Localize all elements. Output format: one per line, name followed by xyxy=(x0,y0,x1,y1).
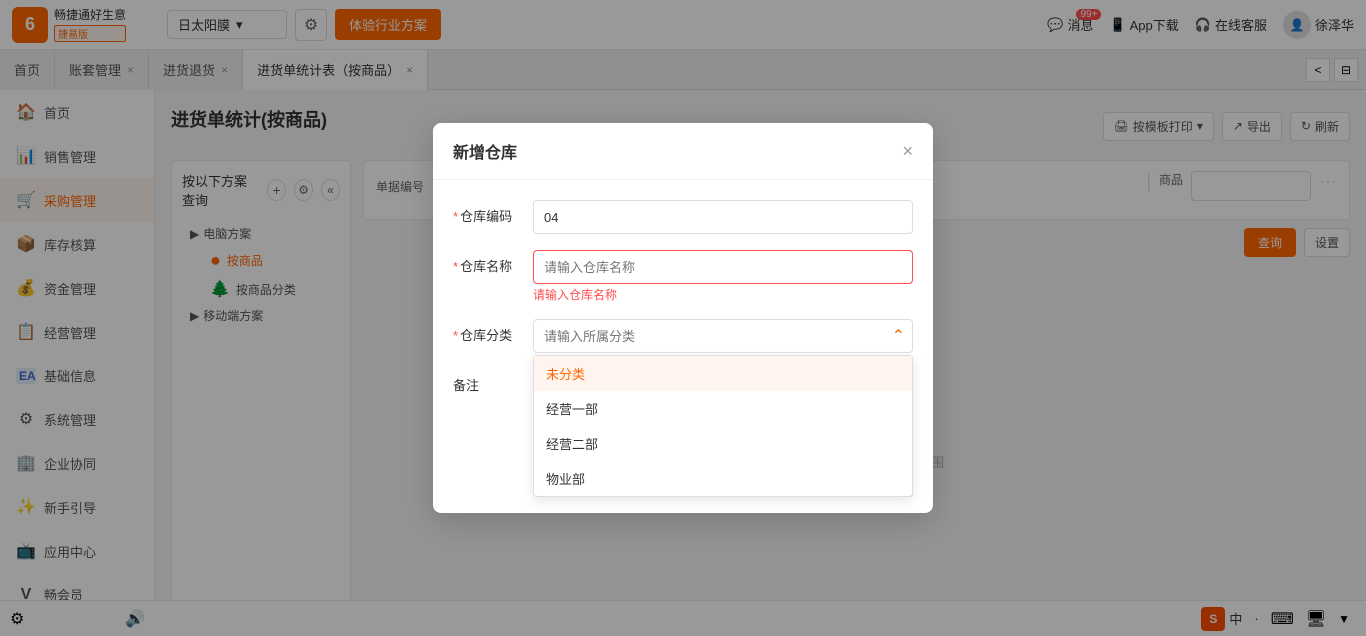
dropdown-item-uncategorized[interactable]: 未分类 xyxy=(534,356,912,391)
dropdown-item-ops3[interactable]: 物业部 xyxy=(534,461,912,496)
warehouse-category-label: 仓库分类 xyxy=(453,319,533,344)
category-dropdown: 未分类 经营一部 经营二部 物业部 xyxy=(533,355,913,497)
modal-close-button[interactable]: × xyxy=(902,142,913,160)
modal-add-warehouse: 新增仓库 × 仓库编码 仓库名称 请输入仓库名称 仓库分类 xyxy=(433,123,933,513)
warehouse-code-label: 仓库编码 xyxy=(453,200,533,225)
warehouse-category-input-wrap: ⌃ 未分类 经营一部 经营二部 物业部 xyxy=(533,319,913,353)
warehouse-code-input-wrap xyxy=(533,200,913,234)
dropdown-item-ops2[interactable]: 经营二部 xyxy=(534,426,912,461)
warehouse-code-input[interactable] xyxy=(533,200,913,234)
warehouse-notes-label: 备注 xyxy=(453,369,533,394)
modal-header: 新增仓库 × xyxy=(433,123,933,180)
warehouse-name-input-wrap: 请输入仓库名称 xyxy=(533,250,913,303)
warehouse-name-field: 仓库名称 请输入仓库名称 xyxy=(453,250,913,303)
modal-title: 新增仓库 xyxy=(453,139,517,163)
warehouse-code-field: 仓库编码 xyxy=(453,200,913,234)
warehouse-category-input[interactable] xyxy=(533,319,913,353)
warehouse-category-field: 仓库分类 ⌃ 未分类 经营一部 经营二部 物业部 xyxy=(453,319,913,353)
dropdown-item-ops1[interactable]: 经营一部 xyxy=(534,391,912,426)
warehouse-name-input[interactable] xyxy=(533,250,913,284)
category-toggle-icon[interactable]: ⌃ xyxy=(892,326,905,346)
modal-body: 仓库编码 仓库名称 请输入仓库名称 仓库分类 ⌃ xyxy=(433,180,933,432)
modal-overlay[interactable]: 新增仓库 × 仓库编码 仓库名称 请输入仓库名称 仓库分类 xyxy=(0,0,1366,636)
warehouse-name-error: 请输入仓库名称 xyxy=(533,286,913,303)
warehouse-name-label: 仓库名称 xyxy=(453,250,533,275)
